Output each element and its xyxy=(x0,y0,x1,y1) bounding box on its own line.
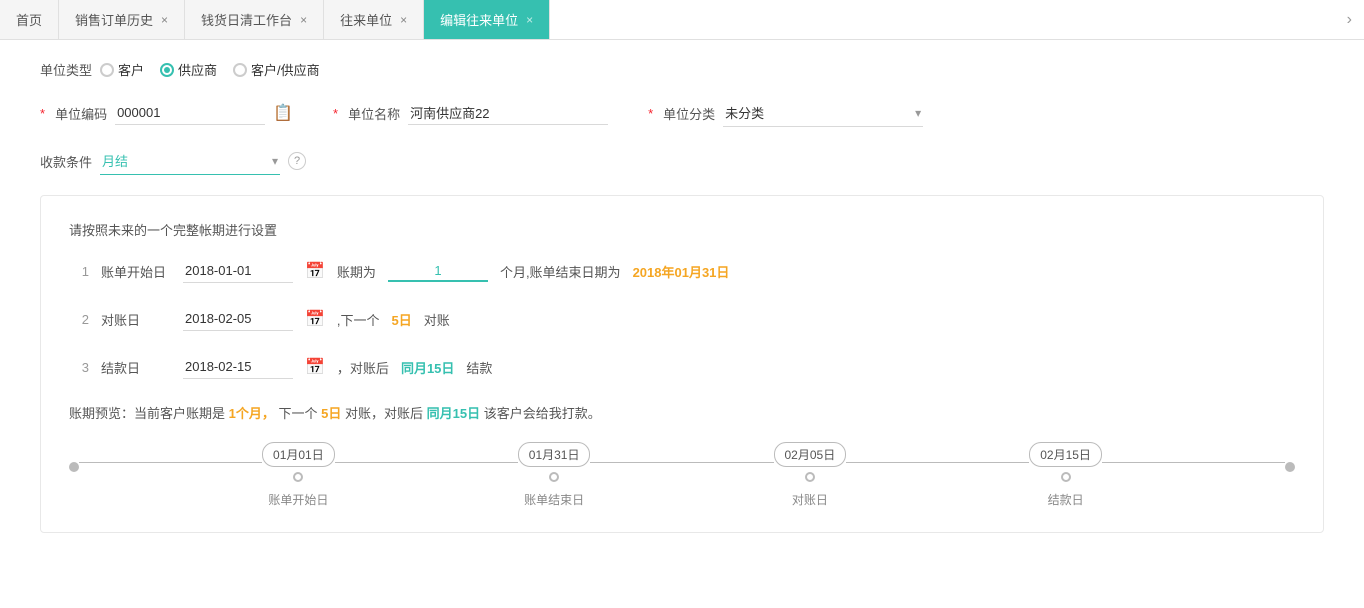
timeline-sublabel-3: 对账日 xyxy=(792,491,828,508)
timeline-label-3: 02月05日 xyxy=(774,442,847,467)
payment-highlight: 同月15日 xyxy=(401,358,454,377)
timeline-start-dot xyxy=(69,462,79,472)
timeline-dot-1 xyxy=(293,472,303,482)
tab-expand-button[interactable]: › xyxy=(1335,11,1364,29)
timeline-sublabel-4: 结款日 xyxy=(1048,491,1084,508)
tab-bar: 首页 销售订单历史 × 钱货日清工作台 × 往来单位 × 编辑往来单位 × › xyxy=(0,0,1364,40)
radio-both-circle xyxy=(233,63,247,77)
unit-name-label: 单位名称 xyxy=(348,104,400,123)
period-end: 2018年01月31日 xyxy=(633,262,730,281)
unit-type-label: 单位类型 xyxy=(40,60,92,79)
unit-name-input[interactable] xyxy=(408,101,608,125)
period-input[interactable] xyxy=(388,261,488,282)
timeline-dot-2 xyxy=(549,472,559,482)
tab-partners[interactable]: 往来单位 × xyxy=(324,0,424,39)
reconcile-highlight: 5日 xyxy=(392,310,412,329)
tab-home[interactable]: 首页 xyxy=(0,0,59,39)
unit-name-field: * 单位名称 xyxy=(333,101,608,125)
payment-desc-prefix: ，对账后 xyxy=(337,358,389,377)
condition-title: 请按照未来的一个完整帐期进行设置 xyxy=(69,220,1295,239)
reconcile-desc-suffix: 对账 xyxy=(424,310,450,329)
timeline: 01月01日 账单开始日 01月31日 账单结束日 02月05日 对账日 xyxy=(69,442,1295,508)
row-num-3: 3 xyxy=(69,360,89,375)
timeline-label-4: 02月15日 xyxy=(1029,442,1102,467)
unit-type-field: 单位类型 客户 供应商 客户/供应商 xyxy=(40,60,320,79)
timeline-node-1: 01月01日 账单开始日 xyxy=(262,442,335,508)
row-label-2: 对账日 xyxy=(101,310,171,329)
unit-code-label: 单位编码 xyxy=(55,104,107,123)
payment-date-input[interactable] xyxy=(183,355,293,379)
radio-group: 客户 供应商 客户/供应商 xyxy=(100,60,320,79)
radio-supplier[interactable]: 供应商 xyxy=(160,60,217,79)
timeline-label-1: 01月01日 xyxy=(262,442,335,467)
period-suffix: 个月,账单结束日期为 xyxy=(500,262,621,281)
row-label-3: 结款日 xyxy=(101,358,171,377)
payment-desc-suffix: 结款 xyxy=(466,358,492,377)
period-prefix: 账期为 xyxy=(337,262,376,281)
unit-category-select[interactable]: 未分类 ▾ xyxy=(723,99,923,127)
payment-terms-field: 收款条件 月结 ▾ ? xyxy=(40,147,306,175)
unit-info-row: * 单位编码 📋 * 单位名称 * 单位分类 未分类 ▾ xyxy=(40,99,1324,127)
unit-code-field: * 单位编码 📋 xyxy=(40,101,293,125)
radio-both[interactable]: 客户/供应商 xyxy=(233,60,320,79)
condition-box: 请按照未来的一个完整帐期进行设置 1 账单开始日 📅 账期为 个月,账单结束日期… xyxy=(40,195,1324,533)
calendar-icon[interactable]: 📅 xyxy=(305,357,325,377)
copy-icon[interactable]: 📋 xyxy=(273,103,293,123)
unit-type-row: 单位类型 客户 供应商 客户/供应商 xyxy=(40,60,1324,79)
unit-category-field: * 单位分类 未分类 ▾ xyxy=(648,99,923,127)
timeline-node-2: 01月31日 账单结束日 xyxy=(518,442,591,508)
payment-terms-row: 收款条件 月结 ▾ ? xyxy=(40,147,1324,175)
radio-customer[interactable]: 客户 xyxy=(100,60,144,79)
calendar-icon[interactable]: 📅 xyxy=(305,261,325,281)
condition-row-3: 3 结款日 📅 ，对账后 同月15日 结款 xyxy=(69,355,1295,379)
condition-row-1: 1 账单开始日 📅 账期为 个月,账单结束日期为 2018年01月31日 xyxy=(69,259,1295,283)
payment-terms-select[interactable]: 月结 ▾ xyxy=(100,147,280,175)
row-num-1: 1 xyxy=(69,264,89,279)
unit-category-value: 未分类 xyxy=(725,103,911,122)
timeline-node-3: 02月05日 对账日 xyxy=(774,442,847,508)
unit-category-label: 单位分类 xyxy=(663,104,715,123)
close-icon[interactable]: × xyxy=(526,13,533,27)
chevron-down-icon: ▾ xyxy=(272,154,278,168)
main-content: 单位类型 客户 供应商 客户/供应商 * 单位编码 xyxy=(0,40,1364,608)
timeline-label-2: 01月31日 xyxy=(518,442,591,467)
reconcile-date-input[interactable] xyxy=(183,307,293,331)
tab-sales-history[interactable]: 销售订单历史 × xyxy=(59,0,185,39)
condition-row-2: 2 对账日 📅 ,下一个 5日 对账 xyxy=(69,307,1295,331)
payment-terms-label: 收款条件 xyxy=(40,152,92,171)
timeline-dot-3 xyxy=(805,472,815,482)
timeline-node-4: 02月15日 结款日 xyxy=(1029,442,1102,508)
timeline-sublabel-2: 账单结束日 xyxy=(524,491,584,508)
unit-code-input[interactable] xyxy=(115,101,265,125)
close-icon[interactable]: × xyxy=(300,13,307,27)
tab-edit-partner[interactable]: 编辑往来单位 × xyxy=(424,0,550,39)
close-icon[interactable]: × xyxy=(161,13,168,27)
row-num-2: 2 xyxy=(69,312,89,327)
row-label-1: 账单开始日 xyxy=(101,262,171,281)
chevron-down-icon: ▾ xyxy=(915,106,921,120)
start-date-input[interactable] xyxy=(183,259,293,283)
help-icon[interactable]: ? xyxy=(288,152,306,170)
tab-cash-daily[interactable]: 钱货日清工作台 × xyxy=(185,0,324,39)
close-icon[interactable]: × xyxy=(400,13,407,27)
timeline-end-dot xyxy=(1285,462,1295,472)
radio-customer-circle xyxy=(100,63,114,77)
reconcile-desc-prefix: ,下一个 xyxy=(337,310,380,329)
timeline-dot-4 xyxy=(1061,472,1071,482)
timeline-sublabel-1: 账单开始日 xyxy=(268,491,328,508)
calendar-icon[interactable]: 📅 xyxy=(305,309,325,329)
radio-supplier-circle xyxy=(160,63,174,77)
preview-text: 账期预览：当前客户账期是 1个月， 下一个 5日 对账，对账后 同月15日 该客… xyxy=(69,403,1295,422)
payment-terms-value: 月结 xyxy=(102,151,268,170)
